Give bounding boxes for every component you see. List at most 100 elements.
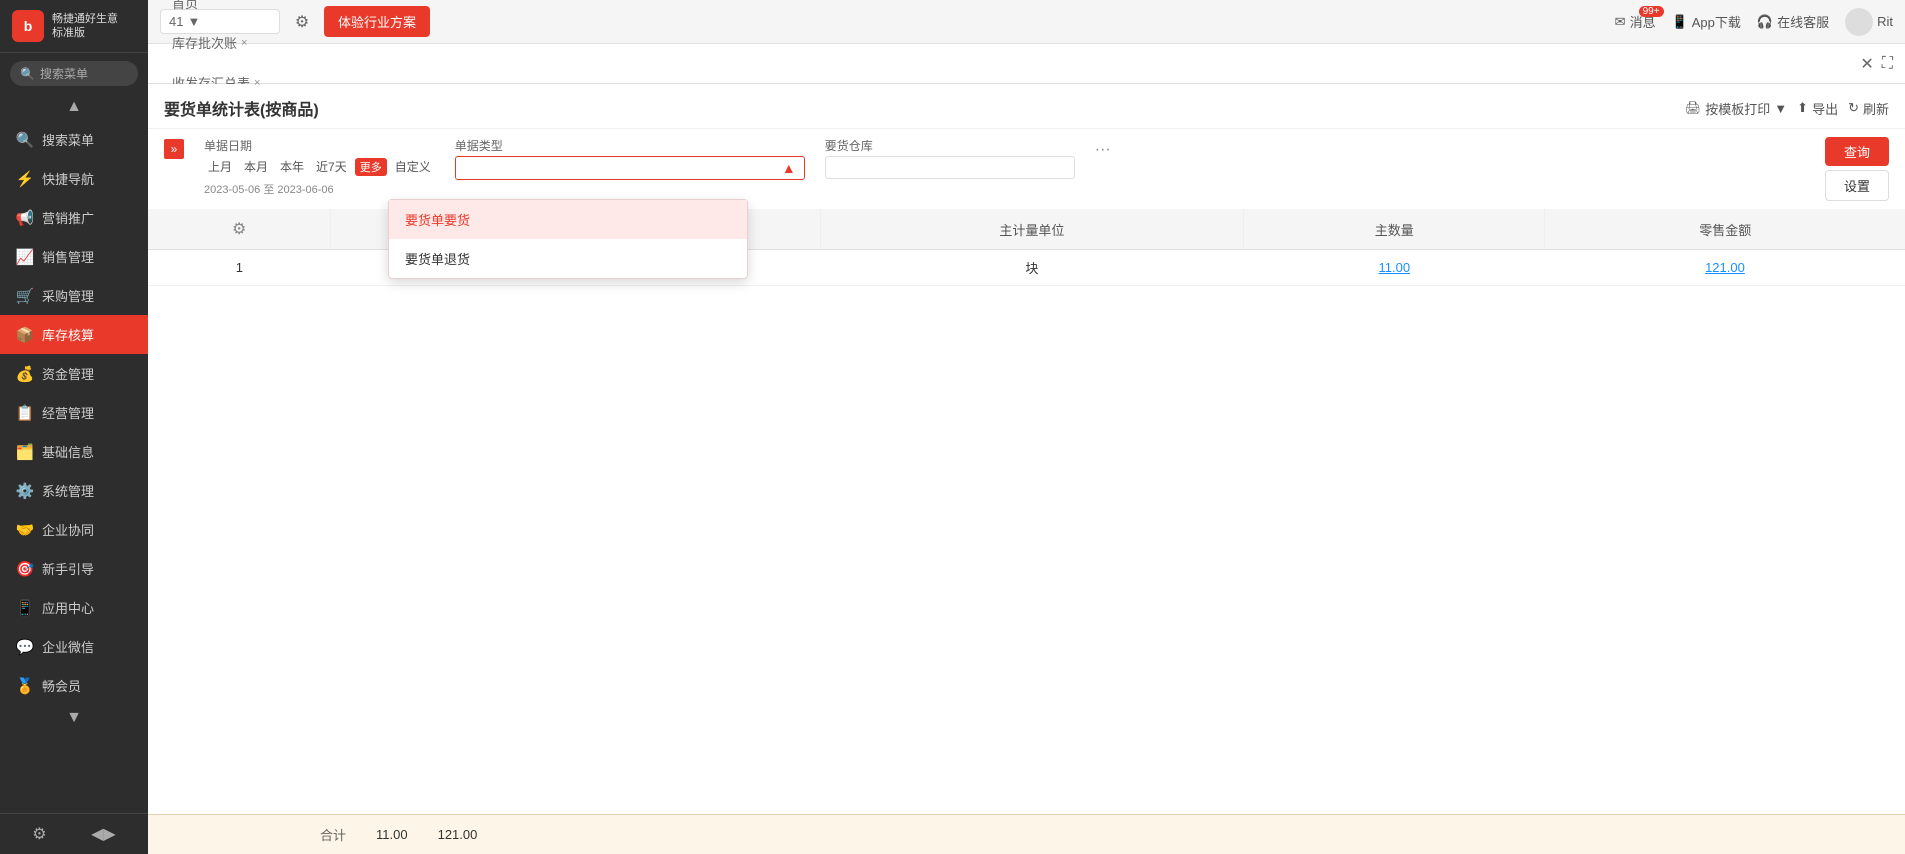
- last-7days-btn[interactable]: 近7天: [312, 156, 351, 177]
- message-icon: ✉: [1615, 14, 1626, 30]
- print-arrow-icon: ▼: [1774, 101, 1787, 116]
- dropdown-item-order[interactable]: 要货单要货: [389, 200, 747, 239]
- tab-label-home: 首页: [172, 0, 198, 12]
- inventory-icon: 📦: [16, 326, 34, 344]
- phone-icon: 📱: [1672, 14, 1688, 30]
- scroll-up-btn[interactable]: ▲: [0, 94, 148, 120]
- sidebar-item-label-enterprise: 企业协同: [42, 520, 94, 539]
- sidebar-item-label-guide: 新手引导: [42, 559, 94, 578]
- sidebar-item-guide[interactable]: 🎯 新手引导: [0, 549, 148, 588]
- sidebar-item-purchase[interactable]: 🛒采购管理: [0, 276, 148, 315]
- last-month-btn[interactable]: 上月: [204, 156, 236, 177]
- scroll-down-btn[interactable]: ▼: [0, 705, 148, 731]
- filter-expand-btn[interactable]: »: [164, 139, 184, 159]
- messages-btn[interactable]: ✉ 消息 99+: [1615, 12, 1656, 31]
- topbar: 41 ▼ ⚙ 体验行业方案 ✉ 消息 99+ 📱 App下载 🎧 在线客服 R: [148, 0, 1905, 44]
- sidebar-item-label-quick-nav: 快捷导航: [42, 169, 94, 188]
- sidebar-item-label-system: 系统管理: [42, 481, 94, 500]
- col-unit: 主计量单位: [820, 209, 1244, 250]
- tab-close-receive-summary[interactable]: ×: [254, 77, 260, 89]
- type-filter-label: 单据类型: [455, 137, 805, 154]
- sidebar-item-search[interactable]: 🔍搜索菜单: [0, 120, 148, 159]
- col-settings[interactable]: ⚙: [148, 209, 331, 250]
- sidebar-item-label-operations: 经营管理: [42, 403, 94, 422]
- topbar-settings-btn[interactable]: ⚙: [288, 8, 316, 36]
- custom-date-btn[interactable]: 自定义: [391, 156, 435, 177]
- query-btn[interactable]: 查询: [1825, 137, 1889, 166]
- sidebar-item-member[interactable]: 🏅畅会员: [0, 666, 148, 705]
- date-range-display: 2023-05-06 至 2023-06-06: [204, 181, 435, 197]
- sidebar-item-inventory[interactable]: 📦库存核算: [0, 315, 148, 354]
- this-month-btn[interactable]: 本月: [240, 156, 272, 177]
- nav-items-container: 🔍搜索菜单 ⚡ 快捷导航 📢 营销推广 📈销售管理🛒采购管理📦库存核算💰资金管理📋经营管理…: [0, 120, 148, 705]
- warehouse-filter-input[interactable]: [834, 160, 1066, 175]
- tab-home[interactable]: 首页: [160, 0, 272, 24]
- sidebar-item-sales[interactable]: 📈销售管理: [0, 237, 148, 276]
- type-filter-input[interactable]: [464, 161, 782, 176]
- app-title: 畅捷通好生意 标准版: [52, 12, 118, 41]
- guide-icon: 🎯: [16, 560, 34, 578]
- app-logo: b: [12, 10, 44, 42]
- sidebar-item-operations[interactable]: 📋经营管理: [0, 393, 148, 432]
- sidebar-item-system[interactable]: ⚙️ 系统管理: [0, 471, 148, 510]
- print-btn[interactable]: 🖨 按模板打印 ▼: [1685, 99, 1787, 118]
- col-settings-icon[interactable]: ⚙: [232, 221, 246, 238]
- sidebar-item-label-marketing: 营销推广: [42, 208, 94, 227]
- sidebar-item-app-center[interactable]: 📱应用中心: [0, 588, 148, 627]
- sidebar-search[interactable]: 🔍 搜索菜单: [10, 61, 138, 86]
- sidebar-item-label-sales: 销售管理: [42, 247, 94, 266]
- scroll-down-icon[interactable]: ▼: [66, 709, 82, 727]
- refresh-btn[interactable]: ↻ 刷新: [1848, 99, 1889, 118]
- type-filter-input-wrapper[interactable]: ▲: [455, 156, 805, 180]
- search-icon: 🔍: [16, 131, 34, 149]
- sidebar-item-basic-info[interactable]: 🗂️基础信息: [0, 432, 148, 471]
- cell-quantity-0[interactable]: 11.00: [1244, 250, 1545, 286]
- industry-btn[interactable]: 体验行业方案: [324, 6, 430, 37]
- wechat-icon: 💬: [16, 638, 34, 656]
- filter-more-options-btn[interactable]: ···: [1095, 141, 1111, 159]
- scroll-up-icon[interactable]: ▲: [66, 98, 82, 116]
- tab-close-inventory-batch[interactable]: ×: [241, 37, 247, 49]
- sidebar-item-label-app-center: 应用中心: [42, 598, 94, 617]
- fullscreen-tab-btn[interactable]: ⛶: [1882, 54, 1893, 74]
- total-quantity: 11.00: [376, 827, 408, 842]
- this-year-btn[interactable]: 本年: [276, 156, 308, 177]
- filter-actions: 查询 设置: [1825, 137, 1889, 201]
- sidebar-item-label-wechat: 企业微信: [42, 637, 94, 656]
- cell-amount-0[interactable]: 121.00: [1545, 250, 1905, 286]
- sidebar-item-finance[interactable]: 💰资金管理: [0, 354, 148, 393]
- sidebar-item-quick-nav[interactable]: ⚡ 快捷导航: [0, 159, 148, 198]
- total-amount: 121.00: [438, 827, 478, 842]
- purchase-icon: 🛒: [16, 287, 34, 305]
- app-download-btn[interactable]: 📱 App下载: [1672, 12, 1741, 31]
- tab-inventory-batch[interactable]: 库存批次账 ×: [160, 24, 272, 64]
- sidebar-item-wechat[interactable]: 💬 企业微信: [0, 627, 148, 666]
- export-btn[interactable]: ⬆ 导出: [1797, 99, 1838, 118]
- sidebar-footer: ⚙ ◀▶: [0, 813, 148, 854]
- quick-nav-icon: ⚡: [16, 170, 34, 188]
- sidebar-nav: ▲ 🔍搜索菜单 ⚡ 快捷导航 📢 营销推广 📈销售管理🛒采购管理📦库存核算💰资金管理📋经营…: [0, 94, 148, 813]
- date-filter-label: 单据日期: [204, 137, 435, 154]
- sidebar-item-enterprise[interactable]: 🤝企业协同: [0, 510, 148, 549]
- marketing-icon: 📢: [16, 209, 34, 227]
- refresh-icon: ↻: [1848, 100, 1859, 116]
- tabs-bar: 首页库存批次账 ×收发存汇总表 ×要货单统计表 × ✕ ⛶: [148, 44, 1905, 84]
- sidebar-item-label-finance: 资金管理: [42, 364, 94, 383]
- sidebar: b 畅捷通好生意 标准版 🔍 搜索菜单 ▲ 🔍搜索菜单 ⚡ 快捷导航 📢 营销推广 📈销售…: [0, 0, 148, 854]
- sidebar-item-marketing[interactable]: 📢 营销推广: [0, 198, 148, 237]
- close-tab-btn[interactable]: ✕: [1860, 54, 1873, 74]
- page-content: 要货单统计表(按商品) 🖨 按模板打印 ▼ ⬆ 导出 ↻ 刷新 »: [148, 84, 1905, 854]
- user-avatar[interactable]: Rit: [1845, 8, 1893, 36]
- tab-close-order-stats[interactable]: ×: [254, 117, 260, 129]
- dropdown-item-return[interactable]: 要货单退货: [389, 239, 747, 278]
- system-icon: ⚙️: [16, 482, 34, 500]
- table-container: ⚙ 商品 主计量单位 主数量 零售金额 1 块 11.00 121.00: [148, 209, 1905, 814]
- more-date-btn[interactable]: 更多: [355, 158, 387, 176]
- online-service-btn[interactable]: 🎧 在线客服: [1757, 12, 1829, 31]
- settings-footer-btn[interactable]: ⚙: [32, 824, 46, 844]
- type-dropdown: 要货单要货 要货单退货: [388, 199, 748, 279]
- type-dropdown-chevron[interactable]: ▲: [782, 160, 796, 176]
- warehouse-filter-input-wrapper[interactable]: [825, 156, 1075, 179]
- collapse-sidebar-btn[interactable]: ◀▶: [91, 824, 116, 844]
- table-settings-btn[interactable]: 设置: [1825, 170, 1889, 201]
